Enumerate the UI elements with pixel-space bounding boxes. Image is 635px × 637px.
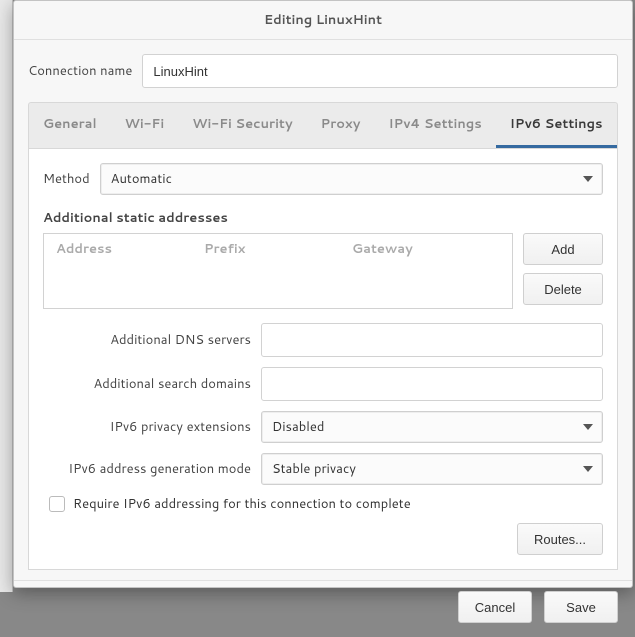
tab-wifi-security[interactable]: Wi-Fi Security (178, 103, 306, 148)
dns-servers-input[interactable] (261, 323, 603, 357)
dialog-title: Editing LinuxHint (14, 1, 632, 40)
save-button[interactable]: Save (544, 591, 618, 623)
dialog-footer: Cancel Save (14, 580, 632, 637)
search-domains-input[interactable] (261, 367, 603, 401)
tab-wifi[interactable]: Wi-Fi (111, 103, 179, 148)
col-address: Address (56, 240, 204, 302)
add-button[interactable]: Add (523, 233, 603, 265)
address-generation-mode-label: IPv6 address generation mode (43, 460, 251, 478)
delete-button[interactable]: Delete (523, 273, 603, 305)
chevron-down-icon (583, 163, 593, 195)
additional-static-addresses-title: Additional static addresses (43, 209, 603, 227)
address-generation-mode-value: Stable privacy (272, 460, 356, 478)
tab-ipv6-settings[interactable]: IPv6 Settings (496, 103, 617, 148)
privacy-extensions-label: IPv6 privacy extensions (43, 418, 251, 436)
connection-name-input[interactable] (142, 54, 618, 88)
require-ipv6-label: Require IPv6 addressing for this connect… (73, 495, 411, 513)
ipv6-settings-panel: Method Automatic Additional static addre… (28, 149, 618, 570)
chevron-down-icon (583, 453, 593, 485)
tabs: General Wi-Fi Wi-Fi Security Proxy IPv4 … (28, 102, 618, 149)
connection-name-label: Connection name (28, 62, 132, 80)
tab-general[interactable]: General (29, 103, 111, 148)
privacy-extensions-value: Disabled (272, 418, 324, 436)
col-gateway: Gateway (352, 240, 500, 302)
dialog: Editing LinuxHint Connection name Genera… (13, 0, 633, 588)
method-label: Method (43, 170, 90, 188)
require-ipv6-checkbox[interactable] (49, 496, 65, 512)
address-generation-mode-select[interactable]: Stable privacy (261, 453, 603, 485)
privacy-extensions-select[interactable]: Disabled (261, 411, 603, 443)
routes-button[interactable]: Routes... (517, 523, 603, 555)
method-select[interactable]: Automatic (100, 163, 603, 195)
chevron-down-icon (583, 411, 593, 443)
dns-servers-label: Additional DNS servers (43, 331, 251, 349)
tab-proxy[interactable]: Proxy (307, 103, 375, 148)
cancel-button[interactable]: Cancel (458, 591, 532, 623)
method-value: Automatic (111, 170, 172, 188)
addresses-table[interactable]: Address Prefix Gateway (43, 233, 513, 309)
dialog-content: Connection name General Wi-Fi Wi-Fi Secu… (14, 40, 632, 580)
search-domains-label: Additional search domains (43, 375, 251, 393)
tab-ipv4-settings[interactable]: IPv4 Settings (374, 103, 495, 148)
col-prefix: Prefix (204, 240, 352, 302)
